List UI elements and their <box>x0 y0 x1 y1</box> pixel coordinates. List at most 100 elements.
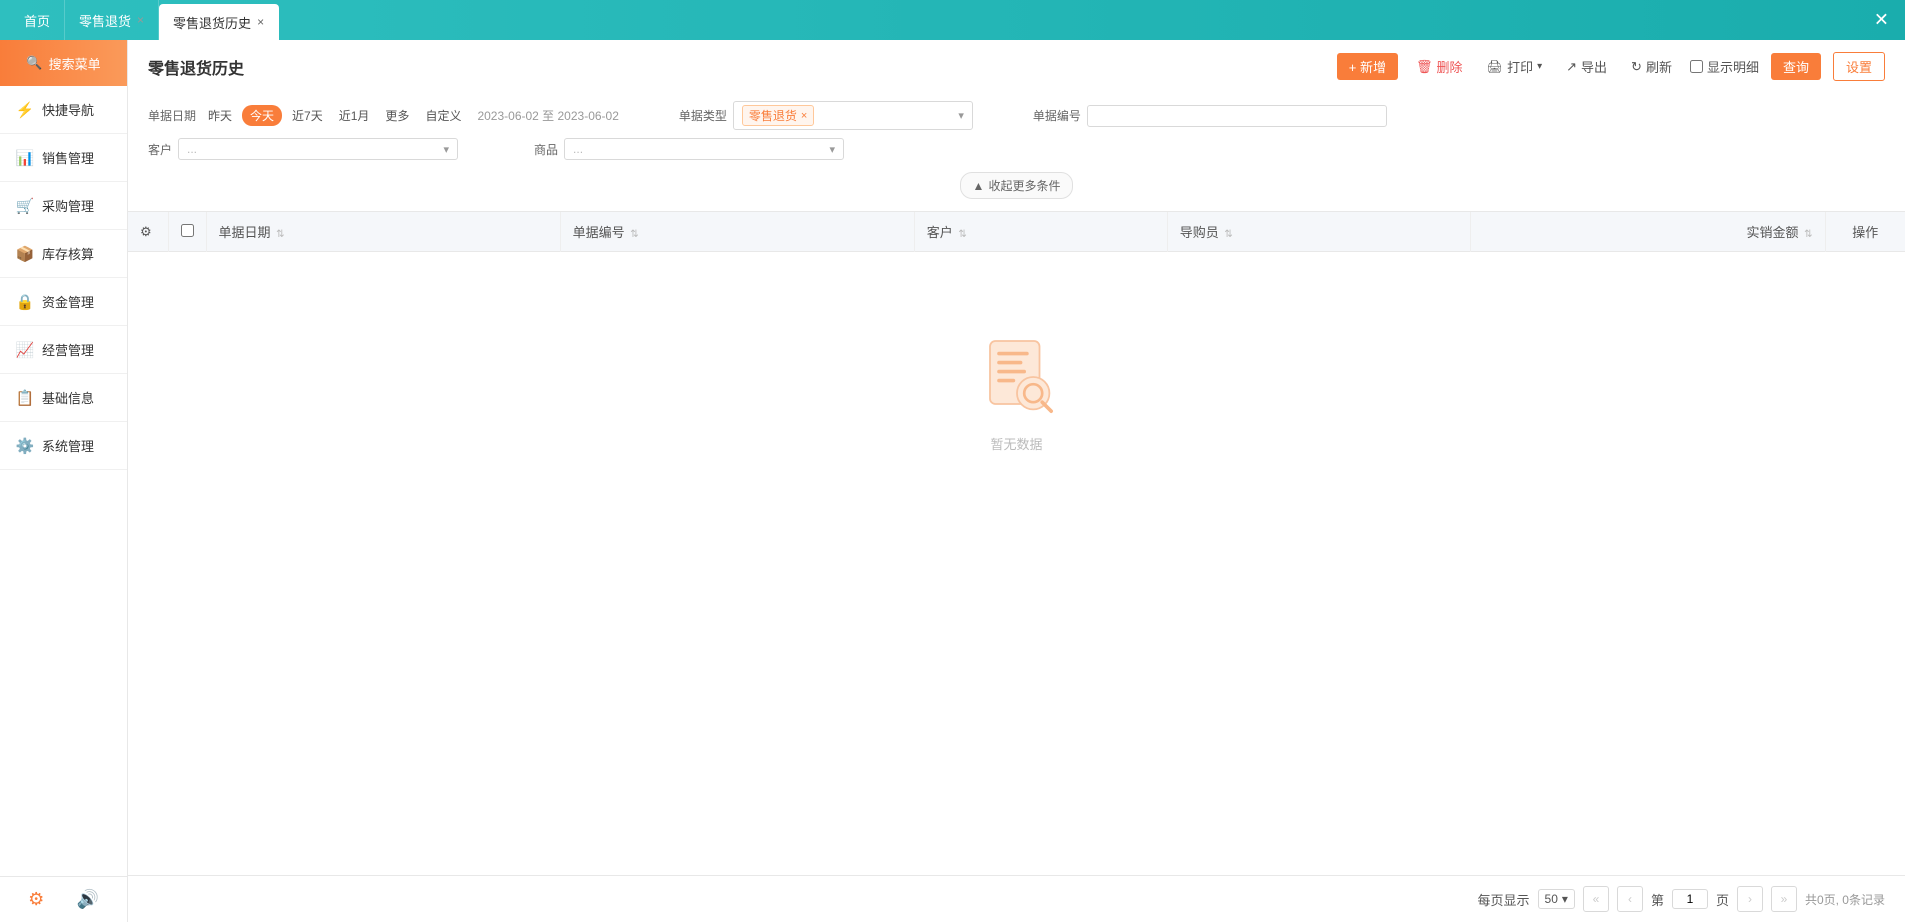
sidebar-search[interactable]: 🔍 搜索菜单 <box>0 40 127 86</box>
filter-row-1: 单据日期 昨天 今天 近7天 近1月 更多 自定义 2023-06-02 至 2… <box>148 101 1885 130</box>
th-amount[interactable]: 实销金额 ⇅ <box>1471 212 1825 252</box>
top-bar: 首页 零售退货 × 零售退货历史 × ✕ <box>0 0 1905 40</box>
tab-retail-return[interactable]: 零售退货 × <box>65 0 159 40</box>
th-guide-label: 导购员 <box>1180 225 1219 240</box>
customer-chevron-icon: ▾ <box>443 143 449 156</box>
sidebar-item-inventory[interactable]: 📦 库存核算 <box>0 230 127 278</box>
inventory-icon: 📦 <box>16 245 34 263</box>
sidebar-item-operation-label: 经营管理 <box>42 340 94 359</box>
th-doc-number-label: 单据编号 <box>573 225 625 240</box>
settings-gear-icon[interactable]: ⚙ <box>28 889 44 910</box>
doc-type-select[interactable]: 零售退货 × ▾ <box>733 101 973 130</box>
doc-type-chevron-icon: ▾ <box>958 109 964 122</box>
tab-home[interactable]: 首页 <box>10 0 65 40</box>
delete-label: 删除 <box>1437 57 1463 76</box>
customer-select[interactable]: ... ▾ <box>178 138 458 160</box>
basic-info-icon: 📋 <box>16 389 34 407</box>
refresh-button[interactable]: ↻ 刷新 <box>1625 53 1678 80</box>
th-action-label: 操作 <box>1852 225 1878 240</box>
page-size-select[interactable]: 50 ▾ <box>1538 889 1575 909</box>
goods-placeholder: ... <box>573 142 583 156</box>
th-checkbox[interactable] <box>168 212 206 252</box>
doc-type-tag-close[interactable]: × <box>801 110 807 122</box>
sidebar: 🔍 搜索菜单 ⚡ 快捷导航 📊 销售管理 🛒 采购管理 📦 库存核算 🔒 资金管… <box>0 40 128 922</box>
sidebar-item-purchase-mgmt[interactable]: 🛒 采购管理 <box>0 182 127 230</box>
goods-select[interactable]: ... ▾ <box>564 138 844 160</box>
th-settings[interactable]: ⚙ <box>128 212 168 252</box>
tab-retail-return-close[interactable]: × <box>137 13 144 27</box>
empty-state: 暂无数据 <box>128 252 1905 533</box>
settings-col-icon: ⚙ <box>140 224 152 239</box>
toolbar: + 新增 🗑 删除 🖨 打印 ▾ ↗ 导出 ↻ <box>1337 52 1885 81</box>
goods-filter-label: 商品 <box>534 141 558 158</box>
tab-retail-return-history[interactable]: 零售退货历史 × <box>159 4 279 40</box>
collapse-button[interactable]: ▲ 收起更多条件 <box>960 172 1074 199</box>
th-guide[interactable]: 导购员 ⇅ <box>1167 212 1471 252</box>
search-icon: 🔍 <box>26 55 42 71</box>
next-page-button[interactable]: › <box>1737 886 1763 912</box>
sidebar-item-basic-info[interactable]: 📋 基础信息 <box>0 374 127 422</box>
refresh-label: 刷新 <box>1646 57 1672 76</box>
page-size-chevron-icon: ▾ <box>1562 892 1568 906</box>
new-button[interactable]: + 新增 <box>1337 53 1398 80</box>
th-doc-number[interactable]: 单据编号 ⇅ <box>560 212 914 252</box>
first-page-button[interactable]: « <box>1583 886 1609 912</box>
tab-home-label: 首页 <box>24 11 50 30</box>
th-customer-sort-icon: ⇅ <box>958 229 966 240</box>
sidebar-item-basic-info-label: 基础信息 <box>42 388 94 407</box>
sidebar-item-operation[interactable]: 📈 经营管理 <box>0 326 127 374</box>
delete-button[interactable]: 🗑 删除 <box>1410 53 1469 80</box>
select-all-checkbox[interactable] <box>181 224 194 237</box>
date-btn-7days[interactable]: 近7天 <box>286 105 329 126</box>
date-btn-1month[interactable]: 近1月 <box>333 105 376 126</box>
page-title-row: 零售退货历史 + 新增 🗑 删除 🖨 打印 ▾ ↗ 导出 <box>148 52 1885 81</box>
sidebar-bottom: ⚙ 🔊 <box>0 876 127 922</box>
filter-row-2: 客户 ... ▾ 商品 ... ▾ <box>148 138 1885 160</box>
export-label: 导出 <box>1581 57 1607 76</box>
table-header-row: ⚙ 单据日期 ⇅ 单据编号 ⇅ <box>128 212 1905 252</box>
setting-button[interactable]: 设置 <box>1833 52 1885 81</box>
print-button[interactable]: 🖨 打印 ▾ <box>1481 53 1549 80</box>
tab-retail-return-history-close[interactable]: × <box>257 15 264 29</box>
th-amount-label: 实销金额 <box>1746 225 1798 240</box>
filter-date: 单据日期 昨天 今天 近7天 近1月 更多 自定义 2023-06-02 至 2… <box>148 105 619 126</box>
prev-page-button[interactable]: ‹ <box>1617 886 1643 912</box>
sidebar-item-system[interactable]: ⚙️ 系统管理 <box>0 422 127 470</box>
th-doc-date-sort-icon: ⇅ <box>276 229 284 240</box>
date-btn-yesterday[interactable]: 昨天 <box>202 105 238 126</box>
th-doc-date-label: 单据日期 <box>219 225 271 240</box>
th-doc-number-sort-icon: ⇅ <box>630 229 638 240</box>
date-btn-today[interactable]: 今天 <box>242 105 282 126</box>
filter-area: 单据日期 昨天 今天 近7天 近1月 更多 自定义 2023-06-02 至 2… <box>148 93 1885 211</box>
tab-retail-return-label: 零售退货 <box>79 11 131 30</box>
volume-icon[interactable]: 🔊 <box>76 889 98 910</box>
filter-customer: 客户 ... ▾ <box>148 138 458 160</box>
window-close-button[interactable]: ✕ <box>1874 10 1889 31</box>
show-detail-label: 显示明细 <box>1707 57 1759 76</box>
sidebar-item-sales-mgmt[interactable]: 📊 销售管理 <box>0 134 127 182</box>
filter-doc-type: 单据类型 零售退货 × ▾ <box>679 101 973 130</box>
th-customer[interactable]: 客户 ⇅ <box>914 212 1167 252</box>
date-btn-more[interactable]: 更多 <box>379 105 415 126</box>
th-customer-label: 客户 <box>927 225 953 240</box>
export-button[interactable]: ↗ 导出 <box>1560 53 1613 80</box>
page-number-input[interactable] <box>1672 889 1708 909</box>
show-detail-checkbox-label: 显示明细 <box>1690 57 1759 76</box>
sidebar-item-finance[interactable]: 🔒 资金管理 <box>0 278 127 326</box>
doc-number-filter-label: 单据编号 <box>1033 107 1081 124</box>
page-title: 零售退货历史 <box>148 55 244 79</box>
sidebar-search-label: 搜索菜单 <box>49 54 101 73</box>
th-guide-sort-icon: ⇅ <box>1224 229 1232 240</box>
query-button[interactable]: 查询 <box>1771 53 1821 80</box>
print-chevron-icon: ▾ <box>1537 61 1542 72</box>
sidebar-item-quick-nav[interactable]: ⚡ 快捷导航 <box>0 86 127 134</box>
date-btn-custom[interactable]: 自定义 <box>419 105 467 126</box>
purchase-mgmt-icon: 🛒 <box>16 197 34 215</box>
sidebar-item-inventory-label: 库存核算 <box>42 244 94 263</box>
th-doc-date[interactable]: 单据日期 ⇅ <box>206 212 560 252</box>
last-page-button[interactable]: » <box>1771 886 1797 912</box>
page-unit: 页 <box>1716 890 1729 909</box>
th-amount-sort-icon: ⇅ <box>1804 229 1812 240</box>
doc-number-input[interactable] <box>1087 105 1387 127</box>
show-detail-checkbox[interactable] <box>1690 60 1703 73</box>
